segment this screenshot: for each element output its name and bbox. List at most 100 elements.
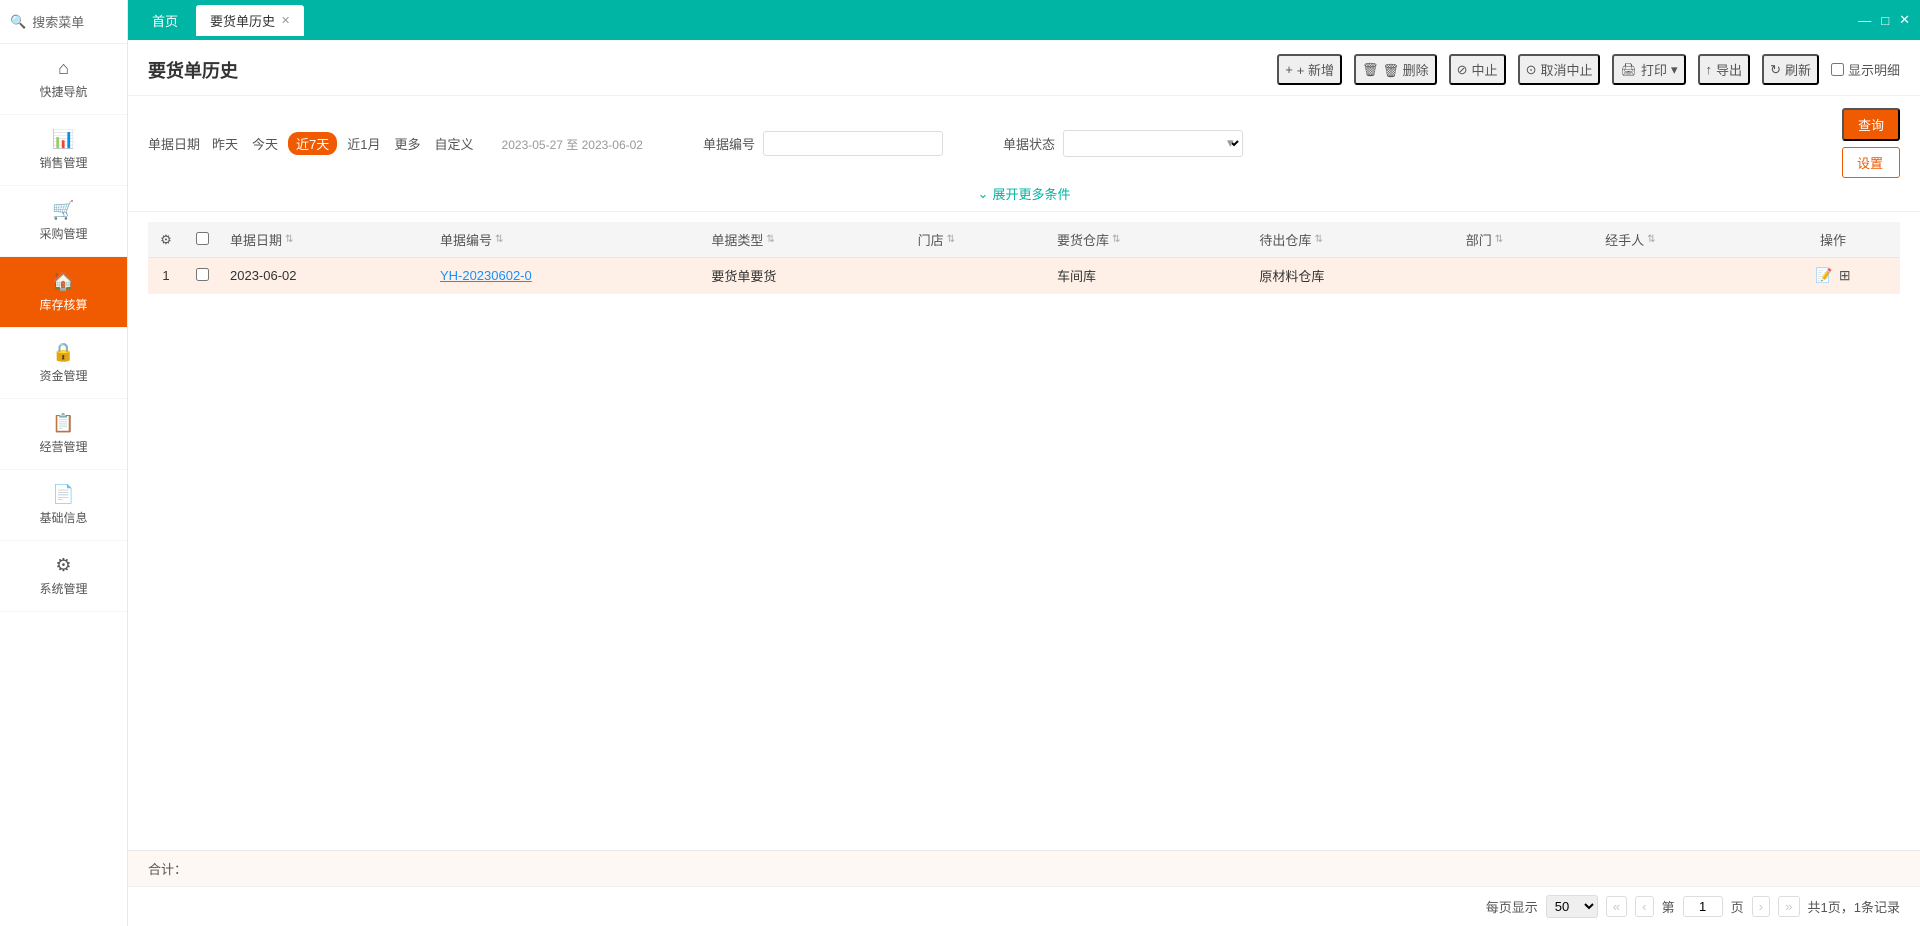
doc-status-select[interactable] — [1063, 130, 1243, 157]
expand-more-icon: ⌄ — [978, 186, 989, 202]
row-checkbox[interactable] — [184, 258, 220, 294]
row-number[interactable]: YH-20230602-0 — [430, 258, 701, 294]
footer-total-label: 合计： — [148, 859, 187, 878]
sidebar-item-operation[interactable]: 📋 经营管理 — [0, 399, 127, 470]
delete-button[interactable]: 🗑 🗑 删除 — [1354, 54, 1437, 85]
doc-number-input[interactable] — [763, 131, 943, 156]
settings-button[interactable]: 设置 — [1842, 147, 1900, 178]
table-area: ⚙ 单据日期 ⇅ 单据编号 — [128, 212, 1920, 850]
sidebar-item-label-purchase: 采购管理 — [39, 225, 87, 242]
settings-label: 设置 — [1857, 153, 1883, 172]
print-button[interactable]: 🖨 打印 ▾ — [1612, 54, 1685, 85]
export-label: 导出 — [1716, 60, 1742, 79]
display-detail-checkbox[interactable] — [1831, 63, 1844, 76]
cancel-stop-icon: ⊙ — [1526, 62, 1537, 78]
print-label: 打印 — [1641, 60, 1667, 79]
window-maximize-icon[interactable]: □ — [1881, 13, 1889, 28]
sort-date-icon: ⇅ — [285, 234, 293, 245]
th-type[interactable]: 单据类型 ⇅ — [701, 222, 907, 258]
th-department[interactable]: 部门 ⇅ — [1456, 222, 1595, 258]
tab-history[interactable]: 要货单历史 ✕ — [196, 5, 304, 36]
row-select-checkbox[interactable] — [196, 268, 209, 281]
date-last1month[interactable]: 近1月 — [343, 132, 384, 155]
search-icon: 🔍 — [10, 14, 26, 30]
page-suffix: 页 — [1731, 897, 1744, 916]
expand-more[interactable]: ⌄ 展开更多条件 — [148, 184, 1900, 203]
sidebar-item-basic[interactable]: 📄 基础信息 — [0, 470, 127, 541]
inventory-icon: 🏠 — [52, 271, 74, 292]
clipboard-icon: 📋 — [52, 413, 74, 434]
row-pending-warehouse: 原材料仓库 — [1249, 258, 1455, 294]
next-page-button[interactable]: › — [1752, 896, 1770, 917]
sidebar: 🔍 搜索菜单 ⌂ 快捷导航 📊 销售管理 🛒 采购管理 🏠 库存核算 🔒 资金管… — [0, 0, 128, 926]
date-today[interactable]: 今天 — [248, 132, 282, 155]
window-minimize-icon[interactable]: — — [1858, 13, 1871, 28]
th-store[interactable]: 门店 ⇅ — [908, 222, 1047, 258]
home-icon: ⌂ — [58, 58, 69, 79]
doc-status-label: 单据状态 — [1003, 134, 1055, 153]
export-button[interactable]: ↑ 导出 — [1698, 54, 1751, 85]
row-department — [1456, 258, 1595, 294]
per-page-select[interactable]: 20 50 100 — [1546, 895, 1598, 918]
th-warehouse[interactable]: 要货仓库 ⇅ — [1047, 222, 1249, 258]
gear-icon: ⚙ — [55, 555, 71, 576]
display-detail-toggle[interactable]: 显示明细 — [1831, 60, 1900, 79]
sort-dept-icon: ⇅ — [1495, 234, 1503, 245]
new-button[interactable]: + + 新增 — [1277, 54, 1342, 85]
print-icon: 🖨 — [1620, 62, 1637, 78]
page-title: 要货单历史 — [148, 57, 238, 83]
th-date[interactable]: 单据日期 ⇅ — [220, 222, 430, 258]
last-page-button[interactable]: » — [1778, 896, 1799, 917]
sidebar-search[interactable]: 🔍 搜索菜单 — [0, 0, 127, 44]
sort-pending-icon: ⇅ — [1314, 234, 1322, 245]
page-number-input[interactable] — [1683, 896, 1723, 917]
row-edit-icon[interactable]: 📝 — [1815, 267, 1832, 284]
new-label: + 新增 — [1297, 60, 1334, 79]
select-all-checkbox[interactable] — [196, 232, 209, 245]
row-date: 2023-06-02 — [220, 258, 430, 294]
sidebar-item-label-inventory: 库存核算 — [39, 296, 87, 313]
date-last7days[interactable]: 近7天 — [288, 132, 337, 155]
table-settings-icon[interactable]: ⚙ — [160, 232, 172, 247]
th-settings[interactable]: ⚙ — [148, 222, 184, 258]
sidebar-item-finance[interactable]: 🔒 资金管理 — [0, 328, 127, 399]
window-close-icon[interactable]: ✕ — [1899, 12, 1910, 28]
doc-number-label: 单据编号 — [703, 134, 755, 153]
lock-icon: 🔒 — [52, 342, 74, 363]
th-checkbox — [184, 222, 220, 258]
delete-icon: 🗑 — [1362, 62, 1379, 78]
sidebar-item-purchase[interactable]: 🛒 采购管理 — [0, 186, 127, 257]
th-pending-warehouse[interactable]: 待出仓库 ⇅ — [1249, 222, 1455, 258]
row-store — [908, 258, 1047, 294]
tab-home[interactable]: 首页 — [138, 5, 192, 36]
date-range-display: 2023-05-27 至 2023-06-02 — [502, 136, 643, 153]
sidebar-item-sales[interactable]: 📊 销售管理 — [0, 115, 127, 186]
refresh-button[interactable]: ↻ 刷新 — [1762, 54, 1819, 85]
row-number-link[interactable]: YH-20230602-0 — [440, 268, 532, 283]
stop-button[interactable]: ⊘ 中止 — [1449, 54, 1506, 85]
expand-more-label: 展开更多条件 — [992, 184, 1070, 203]
first-page-button[interactable]: « — [1606, 896, 1627, 917]
cancel-stop-label: 取消中止 — [1540, 60, 1592, 79]
date-custom[interactable]: 自定义 — [431, 132, 478, 155]
sidebar-item-label-basic: 基础信息 — [39, 509, 87, 526]
sidebar-item-label-quick-nav: 快捷导航 — [39, 83, 87, 100]
tab-close-icon[interactable]: ✕ — [281, 14, 290, 27]
data-table: ⚙ 单据日期 ⇅ 单据编号 — [148, 222, 1900, 294]
th-handler[interactable]: 经手人 ⇅ — [1595, 222, 1766, 258]
sidebar-item-quick-nav[interactable]: ⌂ 快捷导航 — [0, 44, 127, 115]
toolbar: + + 新增 🗑 🗑 删除 ⊘ 中止 ⊙ 取消中止 🖨 打印 — [1277, 54, 1900, 85]
row-detail-icon[interactable]: ⊞ — [1839, 267, 1851, 284]
query-button[interactable]: 查询 — [1842, 108, 1900, 141]
tab-history-label: 要货单历史 — [210, 11, 275, 30]
sidebar-item-system[interactable]: ⚙ 系统管理 — [0, 541, 127, 612]
th-action: 操作 — [1766, 222, 1900, 258]
prev-page-button[interactable]: ‹ — [1635, 896, 1653, 917]
sidebar-item-inventory[interactable]: 🏠 库存核算 — [0, 257, 127, 328]
date-more[interactable]: 更多 — [391, 132, 425, 155]
table-row[interactable]: 1 2023-06-02 YH-20230602-0 要货单要货 车间库 原材料… — [148, 258, 1900, 294]
date-yesterday[interactable]: 昨天 — [208, 132, 242, 155]
topbar: 首页 要货单历史 ✕ — □ ✕ — [128, 0, 1920, 40]
cancel-stop-button[interactable]: ⊙ 取消中止 — [1518, 54, 1601, 85]
th-number[interactable]: 单据编号 ⇅ — [430, 222, 701, 258]
